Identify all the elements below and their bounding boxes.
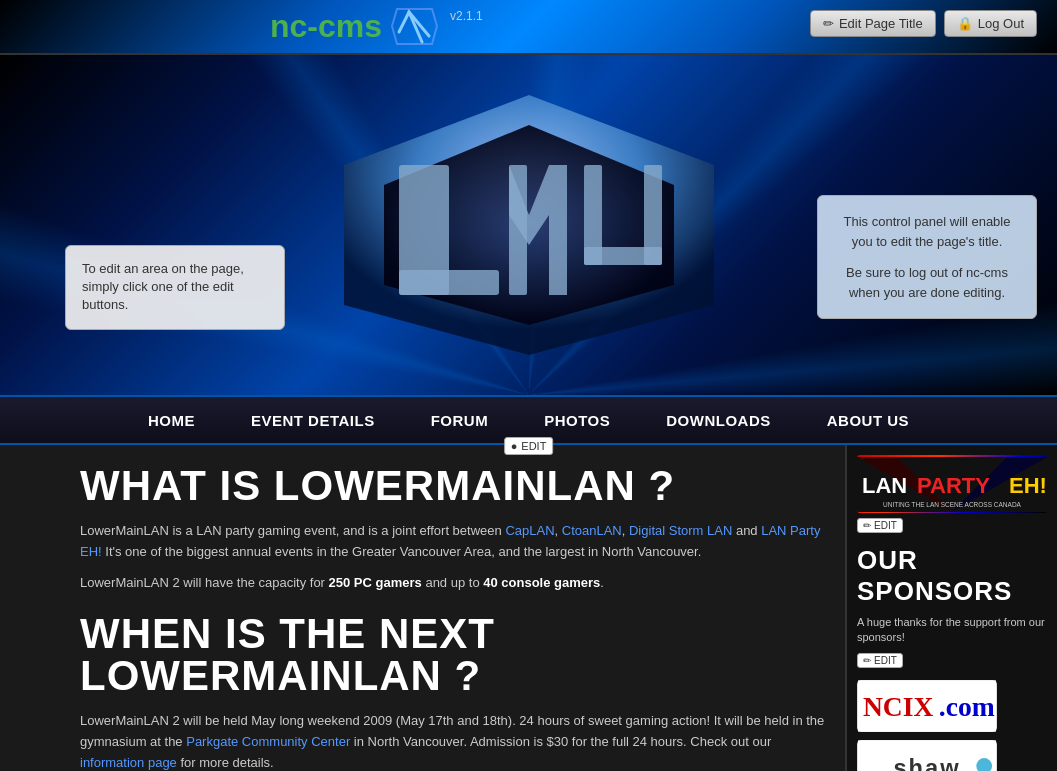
lmu-logo	[254, 85, 804, 365]
shaw-logo-svg: shaw	[858, 740, 996, 771]
navigation: Home Event Details Forum Photos Download…	[0, 395, 1057, 445]
section2-heading: WHEN IS THE NEXT LOWERMAINLAN ?	[80, 613, 825, 697]
ctoanlan-link[interactable]: CtoanLAN	[562, 523, 622, 538]
nav-item-home[interactable]: Home	[120, 397, 223, 443]
svg-rect-4	[399, 270, 499, 295]
header-buttons: ✏ Edit Page Title 🔒 Log Out	[810, 10, 1037, 37]
svg-rect-9	[584, 247, 662, 265]
sponsor-shaw-logo: shaw	[857, 740, 997, 771]
lanpartyeh-logo-svg: LAN PARTY EH! UNITING THE LAN SCENE ACRO…	[857, 457, 1047, 512]
main-layout: WHAT IS LOWERMAINLAN ? LowerMainLAN is a…	[0, 445, 1057, 771]
nav-edit-pencil-icon: ●	[511, 440, 518, 452]
edit-page-title-button[interactable]: ✏ Edit Page Title	[810, 10, 936, 37]
svg-text:PARTY: PARTY	[917, 473, 990, 498]
lock-icon: 🔒	[957, 16, 973, 31]
information-page-link[interactable]: information page	[80, 755, 177, 770]
svg-text:LAN: LAN	[862, 473, 907, 498]
sponsors-edit-pencil-icon: ✏	[863, 655, 871, 666]
svg-text:shaw: shaw	[893, 755, 960, 771]
section1-paragraph2: LowerMainLAN 2 will have the capacity fo…	[80, 573, 825, 594]
header: nc-cms v2.1.1 ✏ Edit Page Title 🔒 Log Ou…	[0, 0, 1057, 55]
edit-icon: ✏	[823, 16, 834, 31]
ncix-logo-svg: NCIX .com	[858, 680, 996, 732]
log-out-button[interactable]: 🔒 Log Out	[944, 10, 1037, 37]
nav-edit-button[interactable]: ● EDIT	[504, 437, 554, 455]
logo-icon	[387, 4, 442, 49]
nav-item-forum[interactable]: Forum	[403, 397, 517, 443]
tooltip-right: This control panel will enable you to ed…	[817, 195, 1037, 319]
digitalstormlan-link[interactable]: Digital Storm LAN	[629, 523, 732, 538]
tooltip-left: To edit an area on the page, simply clic…	[65, 245, 285, 330]
svg-text:UNITING THE LAN SCENE ACROSS C: UNITING THE LAN SCENE ACROSS CANADA	[883, 501, 1022, 508]
pc-gamers-count: 250 PC gamers	[329, 575, 422, 590]
sidebar: LAN PARTY EH! UNITING THE LAN SCENE ACRO…	[847, 445, 1057, 771]
sidebar-banner-edit-pencil-icon: ✏	[863, 520, 871, 531]
svg-text:.com: .com	[939, 691, 995, 722]
nav-item-event-details[interactable]: Event Details	[223, 397, 403, 443]
sponsors-edit-button[interactable]: ✏ EDIT	[857, 653, 903, 668]
section2-paragraph1: LowerMainLAN 2 will be held May long wee…	[80, 711, 825, 771]
console-gamers-count: 40 console gamers	[483, 575, 600, 590]
sponsors-text: A huge thanks for the support from our s…	[857, 615, 1047, 646]
content-area: WHAT IS LOWERMAINLAN ? LowerMainLAN is a…	[0, 445, 847, 771]
version-text: v2.1.1	[450, 4, 483, 23]
svg-text:NCIX: NCIX	[863, 691, 934, 722]
nav-item-downloads[interactable]: Downloads	[638, 397, 799, 443]
capplan-link[interactable]: CapLAN	[505, 523, 554, 538]
section1-heading: WHAT IS LOWERMAINLAN ?	[80, 465, 825, 507]
sponsor-ncix-logo: NCIX .com	[857, 680, 997, 732]
sidebar-banner-edit-button[interactable]: ✏ EDIT	[857, 518, 903, 533]
svg-text:EH!: EH!	[1009, 473, 1047, 498]
banner: To edit an area on the page, simply clic…	[0, 55, 1057, 395]
nav-item-about-us[interactable]: About Us	[799, 397, 937, 443]
sidebar-lanpartyeh-banner: LAN PARTY EH! UNITING THE LAN SCENE ACRO…	[857, 455, 1047, 513]
logo-text: nc-cms	[270, 8, 382, 45]
sponsors-heading: Our Sponsors	[857, 545, 1047, 607]
parkgate-link[interactable]: Parkgate Community Center	[186, 734, 350, 749]
section1-paragraph1: LowerMainLAN is a LAN party gaming event…	[80, 521, 825, 563]
header-logo: nc-cms v2.1.1	[0, 4, 483, 49]
